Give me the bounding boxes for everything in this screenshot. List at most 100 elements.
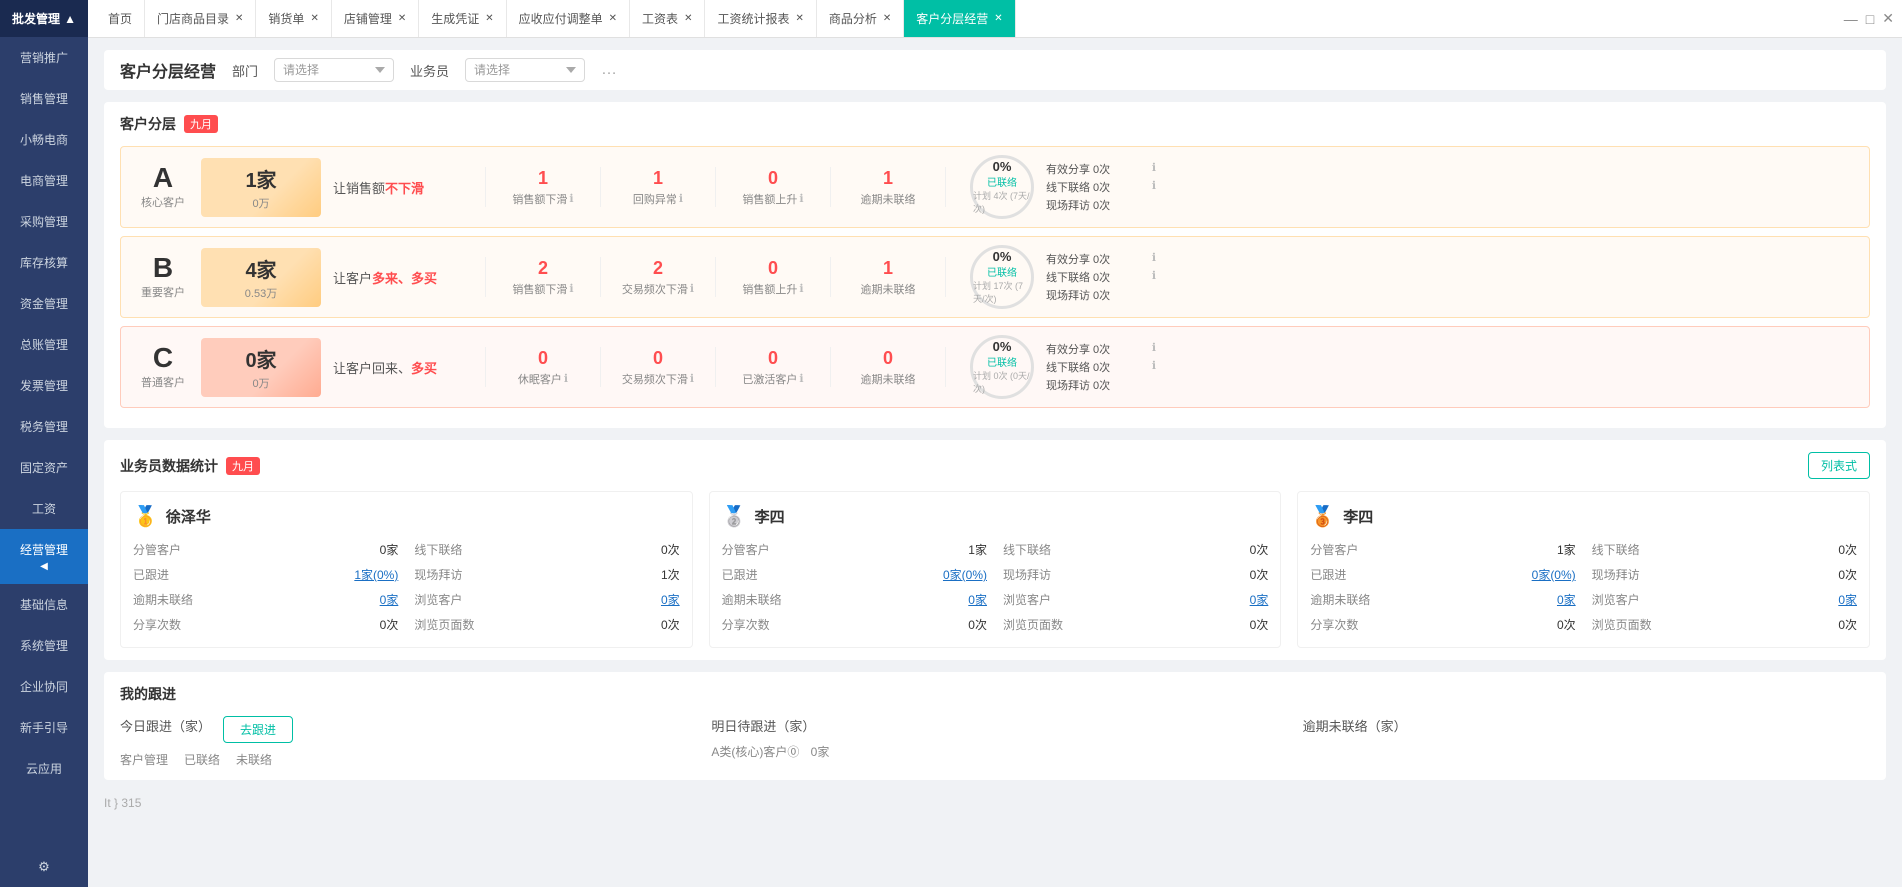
staff-1-value-yjj[interactable]: 1家(0%): [354, 566, 398, 583]
sidebar-settings[interactable]: ⚙: [0, 847, 88, 887]
list-view-button[interactable]: 列表式: [1808, 452, 1870, 479]
tier-a-circle: 0% 已联络 计划 4次 (7天/次): [970, 155, 1034, 219]
tab-payroll-report[interactable]: 工资统计报表 ✕: [705, 0, 816, 38]
sidebar-item-dscgl[interactable]: 电商管理: [0, 160, 88, 201]
staff-select[interactable]: 请选择: [465, 58, 585, 82]
staff-1-value-yqwll[interactable]: 0家: [380, 591, 399, 608]
sidebar-item-qyxt[interactable]: 企业协同: [0, 666, 88, 707]
tier-b-stat4[interactable]: 1 逾期未联络: [843, 258, 933, 297]
sidebar-item-swgl[interactable]: 税务管理: [0, 406, 88, 447]
tab-store-mgmt[interactable]: 店铺管理 ✕: [332, 0, 419, 38]
staff-3-label-yjj: 已跟进: [1310, 566, 1346, 583]
tier-a-stat3-info[interactable]: ℹ: [799, 192, 803, 205]
tier-b-rs1-info[interactable]: ℹ: [1152, 251, 1156, 267]
tier-a-stat1[interactable]: 1 销售额下滑 ℹ: [498, 168, 588, 207]
sidebar-header-label: 批发管理: [12, 10, 60, 27]
tier-b-stat3[interactable]: 0 销售额上升 ℹ: [728, 258, 818, 297]
sidebar-item-jcxx[interactable]: 基础信息: [0, 584, 88, 625]
sidebar-item-xsgl[interactable]: 销售管理: [0, 78, 88, 119]
dept-select[interactable]: 请选择: [274, 58, 394, 82]
dept-label: 部门: [232, 61, 258, 80]
tier-c-stat2[interactable]: 0 交易频次下滑 ℹ: [613, 348, 703, 387]
sidebar-item-yyyp[interactable]: 云应用: [0, 748, 88, 789]
sidebar-item-zjgl[interactable]: 资金管理: [0, 283, 88, 324]
tier-c-stat1-info[interactable]: ℹ: [564, 372, 568, 385]
staff-2-value-yqwll[interactable]: 0家: [968, 591, 987, 608]
staff-2-label-llkh: 浏览客户: [1003, 591, 1051, 608]
sidebar-item-gdzy[interactable]: 固定资产: [0, 447, 88, 488]
tab-close-sales-order[interactable]: ✕: [310, 13, 318, 24]
tier-a-stat2[interactable]: 1 回购异常 ℹ: [613, 168, 703, 207]
tier-c-stat3-info[interactable]: ℹ: [799, 372, 803, 385]
tier-a-count-block[interactable]: 1家 0万: [201, 158, 321, 217]
staff-2-value-llkh[interactable]: 0家: [1250, 591, 1269, 608]
tab-store-products[interactable]: 门店商品目录 ✕: [145, 0, 256, 38]
sidebar-item-xcdsc[interactable]: 小畅电商: [0, 119, 88, 160]
tier-a-stat2-info[interactable]: ℹ: [679, 192, 683, 205]
goto-followup-button[interactable]: 去跟进: [223, 716, 293, 743]
tier-b-rs2-info[interactable]: ℹ: [1152, 269, 1156, 285]
tab-close-store-products[interactable]: ✕: [235, 13, 243, 24]
tab-home[interactable]: 首页: [96, 0, 145, 38]
tier-a-label: A 核心客户: [133, 164, 193, 210]
tier-c-stat4[interactable]: 0 逾期未联络: [843, 348, 933, 387]
tier-c-stat2-info[interactable]: ℹ: [690, 372, 694, 385]
tab-ar-ap[interactable]: 应收应付调整单 ✕: [507, 0, 630, 38]
tab-close-customer-tier[interactable]: ✕: [994, 13, 1002, 24]
staff-1-value-llkh[interactable]: 0家: [661, 591, 680, 608]
sidebar-item-gz[interactable]: 工资: [0, 488, 88, 529]
staff-3-value-llkh[interactable]: 0家: [1838, 591, 1857, 608]
staff-card-3-header: 🥉 李四: [1310, 504, 1857, 529]
tier-b-stat2-info[interactable]: ℹ: [690, 282, 694, 295]
tab-payroll[interactable]: 工资表 ✕: [630, 0, 705, 38]
tier-c-stat3[interactable]: 0 已激活客户 ℹ: [728, 348, 818, 387]
tier-b-stat2[interactable]: 2 交易频次下滑 ℹ: [613, 258, 703, 297]
staff-2-value-yjj[interactable]: 0家(0%): [943, 566, 987, 583]
tab-maximize-icon[interactable]: □: [1866, 11, 1874, 27]
sidebar-item-cggl[interactable]: 采购管理: [0, 201, 88, 242]
tab-product-analysis[interactable]: 商品分析 ✕: [817, 0, 904, 38]
tab-close-payroll-report[interactable]: ✕: [795, 13, 803, 24]
tier-b-stat1-info[interactable]: ℹ: [569, 282, 573, 295]
tier-a-rs1-info[interactable]: ℹ: [1152, 161, 1156, 177]
tier-c-stat1[interactable]: 0 休眠客户 ℹ: [498, 348, 588, 387]
tier-c-rs2-info[interactable]: ℹ: [1152, 359, 1156, 375]
tab-voucher[interactable]: 生成凭证 ✕: [419, 0, 506, 38]
tab-close-product-analysis[interactable]: ✕: [883, 13, 891, 24]
sidebar-item-xsyp[interactable]: 新手引导: [0, 707, 88, 748]
tier-c-rs1-info[interactable]: ℹ: [1152, 341, 1156, 357]
tab-minimize-icon[interactable]: —: [1844, 11, 1858, 27]
staff-grid: 🥇 徐泽华 分管客户 0家 线下联络 0次 已跟进: [120, 491, 1870, 648]
staff-3-value-yjj[interactable]: 0家(0%): [1532, 566, 1576, 583]
sidebar-item-jygl[interactable]: 经营管理 ◀: [0, 529, 88, 584]
tier-b-stat1[interactable]: 2 销售额下滑 ℹ: [498, 258, 588, 297]
tier-c-name: 普通客户: [133, 374, 193, 390]
tab-customer-tier[interactable]: 客户分层经营 ✕: [904, 0, 1015, 38]
tier-b-stat3-info[interactable]: ℹ: [799, 282, 803, 295]
tab-sales-order[interactable]: 销货单 ✕: [256, 0, 331, 38]
tab-close-voucher[interactable]: ✕: [485, 13, 493, 24]
tab-close-all-icon[interactable]: ✕: [1882, 10, 1894, 27]
tier-a-stat3-num: 0: [768, 168, 778, 189]
staff-1-stat-row-r4: 浏览页面数 0次: [414, 614, 679, 635]
tier-a-rs2-info[interactable]: ℹ: [1152, 179, 1156, 195]
tier-a-stat3[interactable]: 0 销售额上升 ℹ: [728, 168, 818, 207]
tier-a-stat1-info[interactable]: ℹ: [569, 192, 573, 205]
my-followup-title: 我的跟进: [120, 684, 176, 704]
staff-3-value-yqwll[interactable]: 0家: [1557, 591, 1576, 608]
sidebar-item-fpgl[interactable]: 发票管理: [0, 365, 88, 406]
sidebar-header[interactable]: 批发管理 ▲: [0, 0, 88, 37]
filter-more-icon[interactable]: …: [601, 61, 617, 79]
sidebar-item-xtgl[interactable]: 系统管理: [0, 625, 88, 666]
tier-b-count-block[interactable]: 4家 0.53万: [201, 248, 321, 307]
tier-a-stat4[interactable]: 1 逾期未联络: [843, 168, 933, 207]
sidebar-item-yxty[interactable]: 营销推广: [0, 37, 88, 78]
tier-c-count-block[interactable]: 0家 0万: [201, 338, 321, 397]
tab-close-payroll[interactable]: ✕: [684, 13, 692, 24]
sidebar-item-kchj[interactable]: 库存核算: [0, 242, 88, 283]
tab-close-store-mgmt[interactable]: ✕: [398, 13, 406, 24]
staff-3-value-fxcs: 0次: [1557, 616, 1576, 633]
staff-2-label-llym: 浏览页面数: [1003, 616, 1063, 633]
tab-close-ar-ap[interactable]: ✕: [609, 13, 617, 24]
sidebar-item-zzgl[interactable]: 总账管理: [0, 324, 88, 365]
